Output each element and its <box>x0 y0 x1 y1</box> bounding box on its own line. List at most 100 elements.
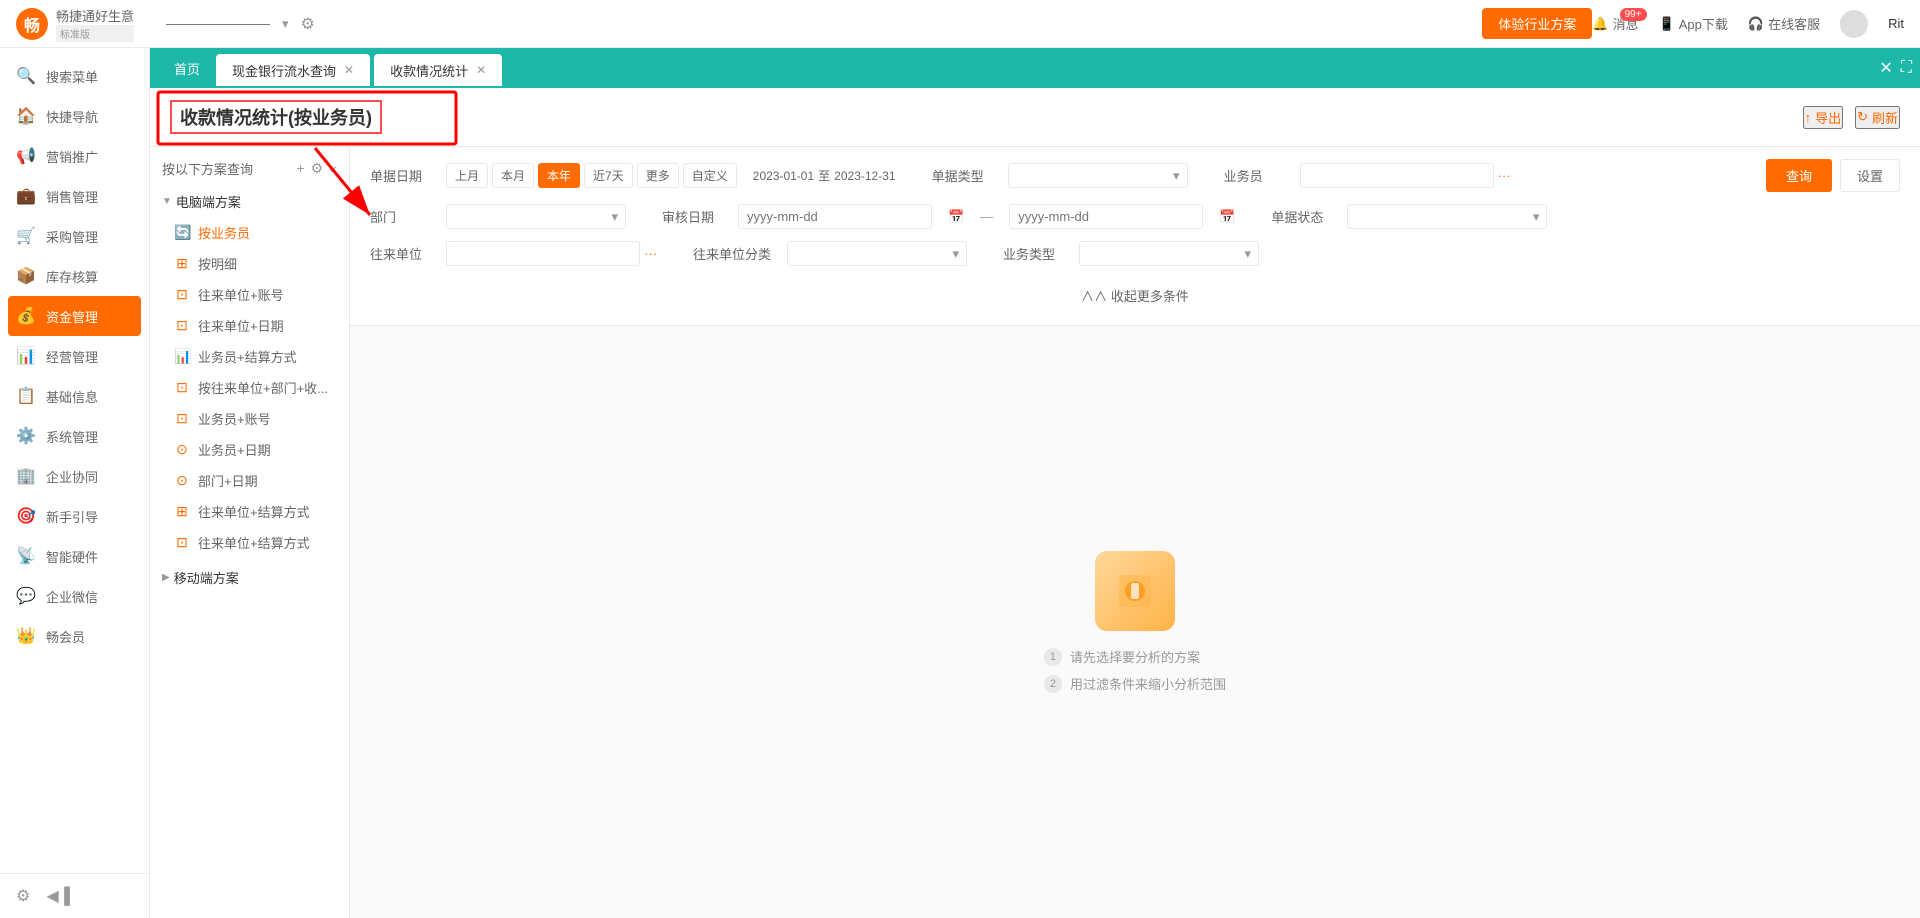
salesperson-input[interactable] <box>1300 163 1494 188</box>
salesperson-date-label: 业务员+日期 <box>198 440 337 459</box>
enterprise-icon: 🏢 <box>16 466 36 486</box>
schema-item-unit-date[interactable]: ⊡ 往来单位+日期 <box>150 310 349 341</box>
dept-select-wrapper <box>446 204 626 229</box>
dept-select[interactable] <box>446 204 626 229</box>
add-schema-btn[interactable]: + <box>296 160 304 177</box>
settings-icon[interactable]: ⚙ <box>301 14 315 34</box>
message-icon: 🔔 <box>1592 16 1608 32</box>
biz-type-select[interactable] <box>1079 241 1259 266</box>
messages-area[interactable]: 🔔 消息 99+ <box>1592 14 1638 33</box>
sidebar-item-inventory[interactable]: 📦 库存核算 <box>0 256 149 296</box>
mobile-expand-arrow-icon: ▶ <box>162 572 170 583</box>
bill-type-select[interactable] <box>1008 163 1188 188</box>
date-btn-this-month[interactable]: 本月 <box>492 163 534 188</box>
date-btn-custom[interactable]: 自定义 <box>683 163 737 188</box>
filter-settings-btn[interactable]: 设置 <box>1840 159 1900 192</box>
counterpart-type-select[interactable] <box>787 241 967 266</box>
sidebar-label-system: 系统管理 <box>46 427 98 446</box>
export-btn[interactable]: ↑ 导出 <box>1803 106 1844 129</box>
sidebar-item-sales[interactable]: 💼 销售管理 <box>0 176 149 216</box>
query-btn[interactable]: 查询 <box>1766 159 1832 192</box>
sidebar-item-purchase[interactable]: 🛒 采购管理 <box>0 216 149 256</box>
empty-steps: 1 请先选择要分析的方案 2 用过滤条件来缩小分析范围 <box>1044 647 1226 693</box>
home-icon: 🏠 <box>16 106 36 126</box>
close-window-btn[interactable]: ✕ <box>1879 58 1892 78</box>
calendar-start-icon[interactable]: 📅 <box>948 209 964 225</box>
salesperson-more-icon[interactable]: ··· <box>1498 168 1511 183</box>
schema-item-unit-settle1[interactable]: ⊞ 往来单位+结算方式 <box>150 496 349 527</box>
sidebar-item-quicknav[interactable]: 🏠 快捷导航 <box>0 96 149 136</box>
schema-item-unit-dept-collect[interactable]: ⊡ 按往来单位+部门+收... <box>150 372 349 403</box>
right-panel: 单据日期 上月 本月 本年 近7天 更多 自定义 2023-01-01 至 20… <box>350 147 1920 918</box>
schema-item-salesperson-account[interactable]: ⊡ 业务员+账号 <box>150 403 349 434</box>
close-bank-flow-icon[interactable]: ✕ <box>344 63 354 77</box>
sidebar-label-wechat: 企业微信 <box>46 587 98 606</box>
collapse-more[interactable]: ∧∧ 收起更多条件 <box>370 278 1900 313</box>
sidebar-item-finance[interactable]: 💰 资金管理 <box>8 296 141 336</box>
empty-step-1: 1 请先选择要分析的方案 <box>1044 647 1226 666</box>
trial-btn[interactable]: 体验行业方案 <box>1482 8 1592 39</box>
content-area: 按以下方案查询 + ⚙ « ▼ 电脑端方案 🔄 按业务员 ⊞ <box>150 147 1920 918</box>
bill-status-select[interactable] <box>1347 204 1547 229</box>
calendar-end-icon[interactable]: 📅 <box>1219 209 1235 225</box>
dropdown-icon[interactable]: ▾ <box>282 16 289 32</box>
user-name: Rit <box>1888 16 1904 31</box>
logo-text: 畅捷通好生意 <box>56 6 134 25</box>
sidebar-label-quicknav: 快捷导航 <box>46 107 98 126</box>
export-icon: ↑ <box>1805 110 1812 125</box>
sidebar-item-newbie[interactable]: 🎯 新手引导 <box>0 496 149 536</box>
salesperson-schema-label: 按业务员 <box>198 223 337 242</box>
close-receipt-stats-icon[interactable]: ✕ <box>476 63 486 77</box>
schema-item-by-detail[interactable]: ⊞ 按明细 <box>150 248 349 279</box>
unit-dept-collect-icon: ⊡ <box>174 379 190 396</box>
sidebar-item-member[interactable]: 👑 畅会员 <box>0 616 149 656</box>
date-btn-last-month[interactable]: 上月 <box>446 163 488 188</box>
date-btn-this-year[interactable]: 本年 <box>538 163 580 188</box>
schema-item-by-salesperson[interactable]: 🔄 按业务员 <box>150 217 349 248</box>
app-download[interactable]: 📱 App下载 <box>1659 14 1728 33</box>
schema-group-mobile-header[interactable]: ▶ 移动端方案 <box>150 562 349 593</box>
bill-status-label: 单据状态 <box>1271 207 1331 226</box>
sidebar-item-system[interactable]: ⚙️ 系统管理 <box>0 416 149 456</box>
online-service[interactable]: 🎧 在线客服 <box>1748 14 1820 33</box>
schema-item-unit-settle2[interactable]: ⊡ 往来单位+结算方式 <box>150 527 349 558</box>
sidebar-item-enterprise[interactable]: 🏢 企业协同 <box>0 456 149 496</box>
schema-settings-btn[interactable]: ⚙ <box>311 160 324 177</box>
filter-area: 单据日期 上月 本月 本年 近7天 更多 自定义 2023-01-01 至 20… <box>350 147 1920 326</box>
detail-schema-label: 按明细 <box>198 254 337 273</box>
review-date-start[interactable] <box>738 204 932 229</box>
tab-home-label: 首页 <box>174 59 200 78</box>
salesperson-account-label: 业务员+账号 <box>198 409 337 428</box>
date-btn-more[interactable]: 更多 <box>637 163 679 188</box>
counterpart-label: 往来单位 <box>370 244 430 263</box>
schema-item-salesperson-settle[interactable]: 📊 业务员+结算方式 <box>150 341 349 372</box>
tab-home[interactable]: 首页 <box>158 48 216 88</box>
detail-schema-icon: ⊞ <box>174 255 190 272</box>
expand-window-btn[interactable]: ⛶ <box>1901 58 1912 78</box>
collapse-label: 收起更多条件 <box>1111 289 1189 304</box>
refresh-btn[interactable]: ↻ 刷新 <box>1855 106 1900 129</box>
sidebar-item-smarthw[interactable]: 📡 智能硬件 <box>0 536 149 576</box>
sidebar-item-search[interactable]: 🔍 搜索菜单 <box>0 56 149 96</box>
sidebar-bottom: ⚙ ◀▐ <box>0 873 149 918</box>
sidebar-item-operations[interactable]: 📊 经营管理 <box>0 336 149 376</box>
tab-bank-flow[interactable]: 现金银行流水查询 ✕ <box>216 54 370 86</box>
top-bar: 畅 畅捷通好生意 标准版 ———————— ▾ ⚙ 体验行业方案 🔔 消息 99… <box>0 0 1920 48</box>
review-date-end[interactable] <box>1009 204 1203 229</box>
sidebar-item-wechat[interactable]: 💬 企业微信 <box>0 576 149 616</box>
tab-bar: 首页 现金银行流水查询 ✕ 收款情况统计 ✕ ✕ ⛶ <box>150 48 1920 88</box>
date-btn-last7[interactable]: 近7天 <box>584 163 633 188</box>
schema-item-dept-date[interactable]: ⊙ 部门+日期 <box>150 465 349 496</box>
counterpart-input[interactable] <box>446 241 640 266</box>
sidebar-item-basicinfo[interactable]: 📋 基础信息 <box>0 376 149 416</box>
collapse-panel-btn[interactable]: « <box>329 160 337 177</box>
schema-item-unit-account[interactable]: ⊡ 往来单位+账号 <box>150 279 349 310</box>
schema-item-salesperson-date[interactable]: ⊙ 业务员+日期 <box>150 434 349 465</box>
sidebar-collapse-btn[interactable]: ◀▐ <box>46 886 70 906</box>
sidebar-item-marketing[interactable]: 📢 营销推广 <box>0 136 149 176</box>
tab-receipt-stats[interactable]: 收款情况统计 ✕ <box>374 54 502 86</box>
counterpart-more-icon[interactable]: ··· <box>644 246 657 261</box>
sidebar-label-basicinfo: 基础信息 <box>46 387 98 406</box>
sidebar-settings-btn[interactable]: ⚙ <box>16 886 30 906</box>
schema-group-desktop-header[interactable]: ▼ 电脑端方案 <box>150 186 349 217</box>
